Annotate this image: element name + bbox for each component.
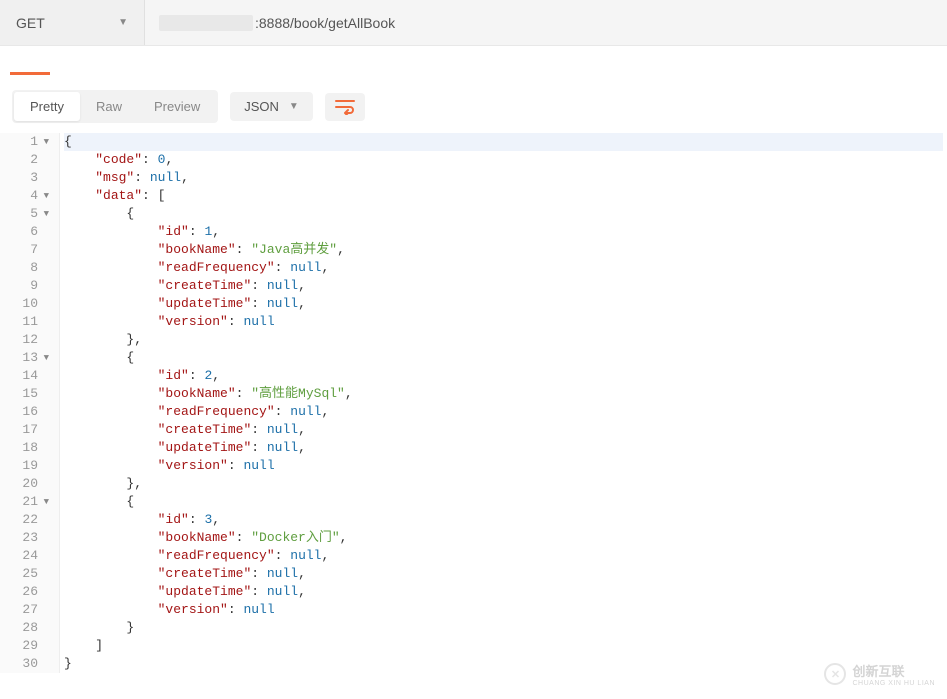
tab-raw[interactable]: Raw [80, 92, 138, 121]
code-line: }, [64, 475, 943, 493]
code-line: } [64, 619, 943, 637]
watermark-logo-icon: ✕ [824, 663, 846, 685]
line-number: 23 [0, 529, 53, 547]
code-line: "readFrequency": null, [64, 259, 943, 277]
view-mode-tabs: Pretty Raw Preview [12, 90, 218, 123]
response-body: 1▼234▼5▼678910111213▼1415161718192021▼22… [0, 133, 947, 673]
line-number: 26 [0, 583, 53, 601]
code-line: } [64, 655, 943, 673]
fold-toggle-icon[interactable]: ▼ [41, 349, 49, 367]
chevron-down-icon: ▼ [118, 17, 128, 28]
code-line: { [64, 349, 943, 367]
code-line: "version": null [64, 313, 943, 331]
fold-toggle-icon[interactable]: ▼ [41, 493, 49, 511]
method-value: GET [16, 15, 45, 31]
watermark-brand: 创新互联 [852, 661, 935, 680]
line-number: 14 [0, 367, 53, 385]
line-number: 15 [0, 385, 53, 403]
line-number: 24 [0, 547, 53, 565]
wrap-icon [335, 99, 355, 115]
code-line: }, [64, 331, 943, 349]
line-number: 25 [0, 565, 53, 583]
line-number: 5▼ [0, 205, 53, 223]
chevron-down-icon: ▼ [289, 101, 299, 112]
line-number: 17 [0, 421, 53, 439]
code-line: "bookName": "Java高并发", [64, 241, 943, 259]
watermark-sub: CHUANG XIN HU LIAN [852, 680, 935, 687]
code-line: "createTime": null, [64, 565, 943, 583]
code-line: "readFrequency": null, [64, 403, 943, 421]
code-line: "msg": null, [64, 169, 943, 187]
fold-toggle-icon[interactable]: ▼ [41, 187, 49, 205]
code-line: "readFrequency": null, [64, 547, 943, 565]
line-number: 9 [0, 277, 53, 295]
line-number: 28 [0, 619, 53, 637]
line-number: 19 [0, 457, 53, 475]
line-number: 7 [0, 241, 53, 259]
url-suffix: :8888/book/getAllBook [255, 15, 395, 31]
line-number: 16 [0, 403, 53, 421]
code-line: ] [64, 637, 943, 655]
url-redacted-segment [159, 15, 253, 31]
format-select[interactable]: JSON ▼ [230, 92, 313, 121]
line-number: 20 [0, 475, 53, 493]
line-number: 27 [0, 601, 53, 619]
code-line: "createTime": null, [64, 421, 943, 439]
line-number: 22 [0, 511, 53, 529]
code-line: "id": 3, [64, 511, 943, 529]
code-line: "bookName": "高性能MySql", [64, 385, 943, 403]
code-line: "data": [ [64, 187, 943, 205]
line-number: 10 [0, 295, 53, 313]
line-number: 2 [0, 151, 53, 169]
code-line: "version": null [64, 457, 943, 475]
watermark: ✕ 创新互联 CHUANG XIN HU LIAN [824, 661, 935, 687]
code-line: "code": 0, [64, 151, 943, 169]
tab-pretty[interactable]: Pretty [14, 92, 80, 121]
tab-preview[interactable]: Preview [138, 92, 216, 121]
line-number-gutter: 1▼234▼5▼678910111213▼1415161718192021▼22… [0, 133, 60, 673]
code-line: { [64, 133, 943, 151]
line-number: 6 [0, 223, 53, 241]
line-number: 30 [0, 655, 53, 673]
line-number: 29 [0, 637, 53, 655]
code-line: { [64, 205, 943, 223]
method-select[interactable]: GET ▼ [0, 0, 145, 45]
code-line: { [64, 493, 943, 511]
code-line: "updateTime": null, [64, 439, 943, 457]
line-number: 8 [0, 259, 53, 277]
code-line: "id": 1, [64, 223, 943, 241]
url-input[interactable]: :8888/book/getAllBook [145, 0, 947, 45]
format-value: JSON [244, 99, 279, 114]
code-line: "id": 2, [64, 367, 943, 385]
code-line: "updateTime": null, [64, 583, 943, 601]
response-subtabs [0, 46, 947, 76]
line-number: 13▼ [0, 349, 53, 367]
fold-toggle-icon[interactable]: ▼ [41, 133, 49, 151]
code-line: "bookName": "Docker入门", [64, 529, 943, 547]
code-line: "updateTime": null, [64, 295, 943, 313]
code-line: "createTime": null, [64, 277, 943, 295]
fold-toggle-icon[interactable]: ▼ [41, 205, 49, 223]
line-number: 18 [0, 439, 53, 457]
line-number: 11 [0, 313, 53, 331]
active-tab-indicator [10, 72, 50, 75]
request-bar: GET ▼ :8888/book/getAllBook [0, 0, 947, 46]
code-content[interactable]: { "code": 0, "msg": null, "data": [ { "i… [60, 133, 947, 673]
wrap-lines-button[interactable] [325, 93, 365, 121]
line-number: 1▼ [0, 133, 53, 151]
line-number: 3 [0, 169, 53, 187]
line-number: 12 [0, 331, 53, 349]
line-number: 4▼ [0, 187, 53, 205]
code-line: "version": null [64, 601, 943, 619]
line-number: 21▼ [0, 493, 53, 511]
response-toolbar: Pretty Raw Preview JSON ▼ [0, 76, 947, 133]
